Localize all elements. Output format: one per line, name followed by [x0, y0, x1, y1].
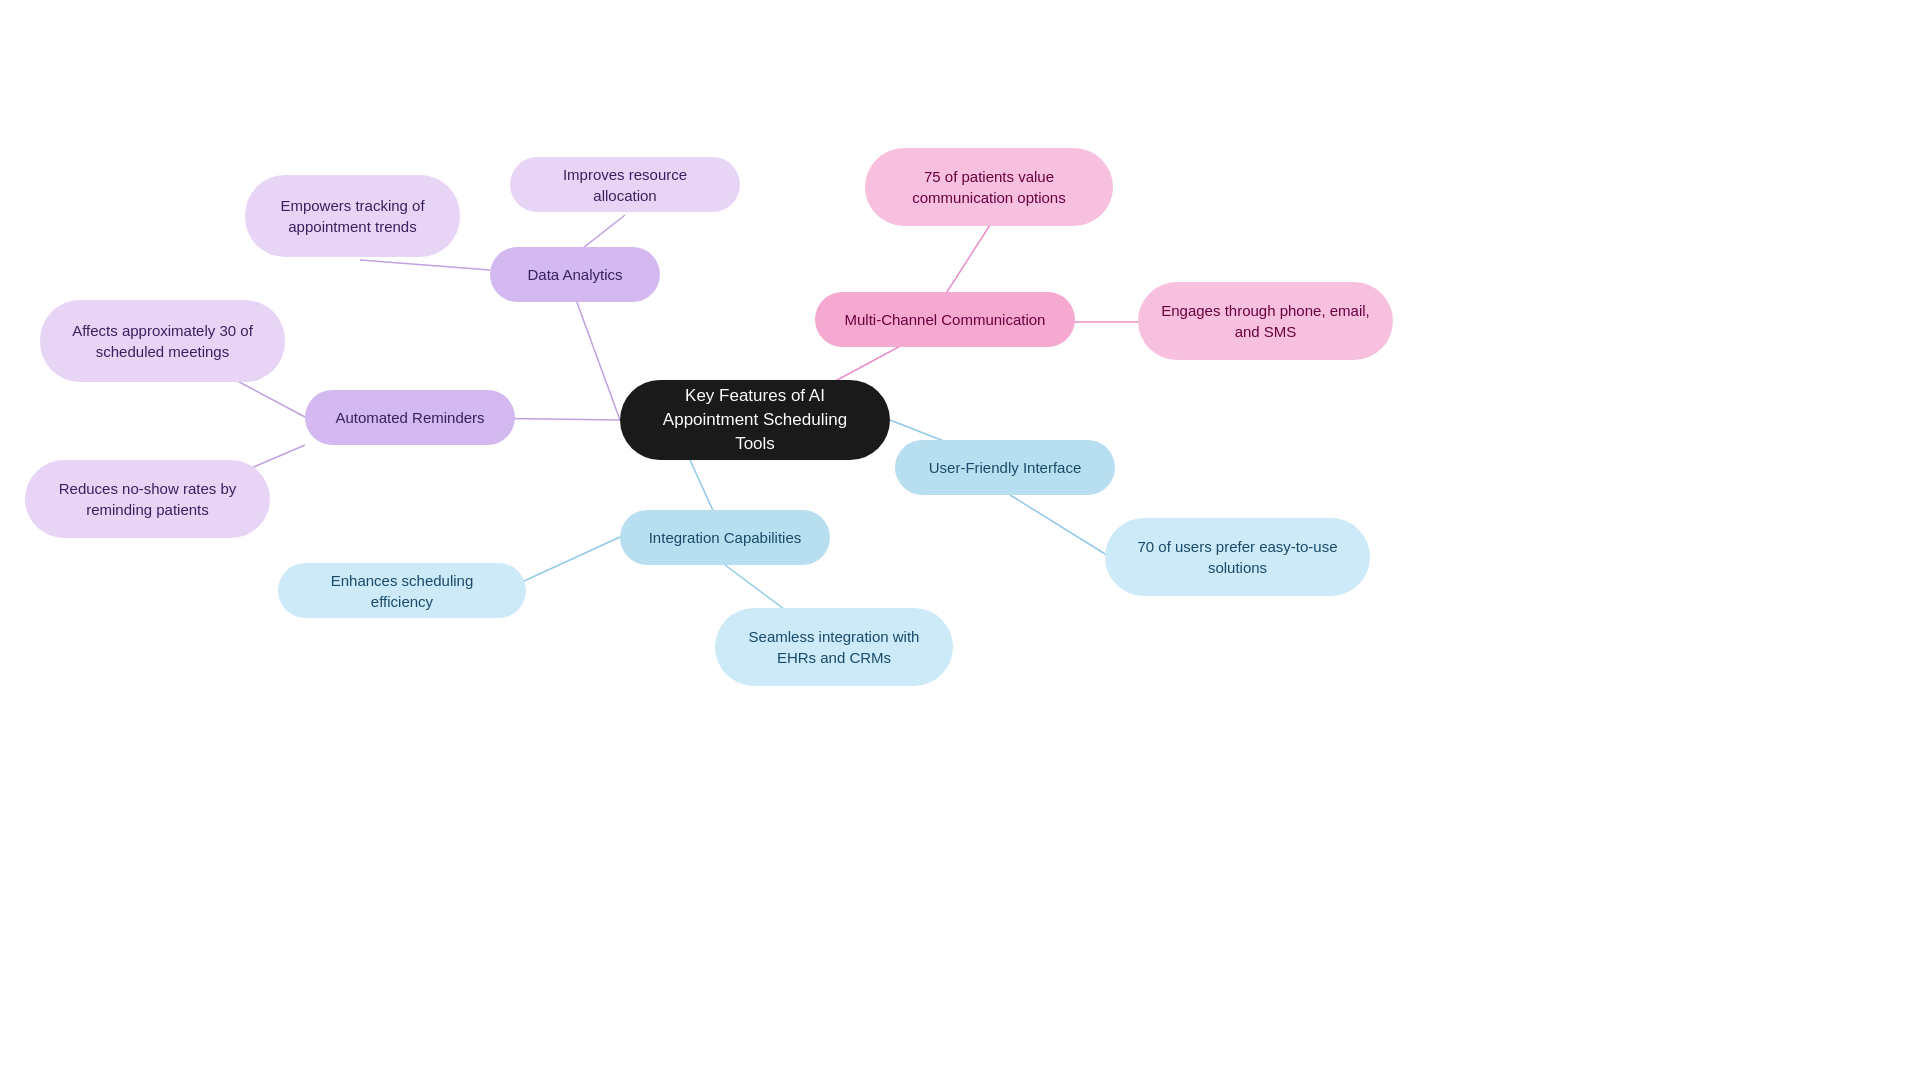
improves-resource-node: Improves resource allocation	[510, 157, 740, 212]
data-analytics-node: Data Analytics	[490, 247, 660, 302]
seventy-five-patients-node: 75 of patients value communication optio…	[865, 148, 1113, 226]
user-friendly-node: User-Friendly Interface	[895, 440, 1115, 495]
svg-line-5	[360, 260, 490, 270]
engages-through-node: Engages through phone, email, and SMS	[1138, 282, 1393, 360]
affects-approx-node: Affects approximately 30 of scheduled me…	[40, 300, 285, 382]
automated-reminders-label: Automated Reminders	[335, 407, 484, 428]
enhances-scheduling-label: Enhances scheduling efficiency	[300, 570, 504, 612]
seamless-integration-label: Seamless integration with EHRs and CRMs	[737, 626, 931, 668]
svg-line-0	[575, 297, 620, 420]
improves-resource-label: Improves resource allocation	[532, 164, 718, 206]
seventy-users-label: 70 of users prefer easy-to-use solutions	[1127, 536, 1348, 578]
data-analytics-label: Data Analytics	[527, 264, 622, 285]
svg-line-12	[945, 225, 990, 295]
empowers-tracking-label: Empowers tracking of appointment trends	[267, 195, 438, 237]
enhances-scheduling-node: Enhances scheduling efficiency	[278, 563, 526, 618]
multi-channel-label: Multi-Channel Communication	[845, 309, 1046, 330]
integration-capabilities-label: Integration Capabilities	[649, 527, 802, 548]
seventy-five-patients-label: 75 of patients value communication optio…	[887, 166, 1091, 208]
reduces-noshow-node: Reduces no-show rates by reminding patie…	[25, 460, 270, 538]
user-friendly-label: User-Friendly Interface	[929, 457, 1082, 478]
empowers-tracking-node: Empowers tracking of appointment trends	[245, 175, 460, 257]
seamless-integration-node: Seamless integration with EHRs and CRMs	[715, 608, 953, 686]
center-label: Key Features of AI Appointment Schedulin…	[642, 384, 868, 455]
center-node: Key Features of AI Appointment Schedulin…	[620, 380, 890, 460]
engages-through-label: Engages through phone, email, and SMS	[1160, 300, 1371, 342]
integration-capabilities-node: Integration Capabilities	[620, 510, 830, 565]
seventy-users-node: 70 of users prefer easy-to-use solutions	[1105, 518, 1370, 596]
multi-channel-node: Multi-Channel Communication	[815, 292, 1075, 347]
automated-reminders-node: Automated Reminders	[305, 390, 515, 445]
svg-line-11	[1010, 495, 1110, 557]
reduces-noshow-label: Reduces no-show rates by reminding patie…	[47, 478, 248, 520]
affects-approx-label: Affects approximately 30 of scheduled me…	[62, 320, 263, 362]
